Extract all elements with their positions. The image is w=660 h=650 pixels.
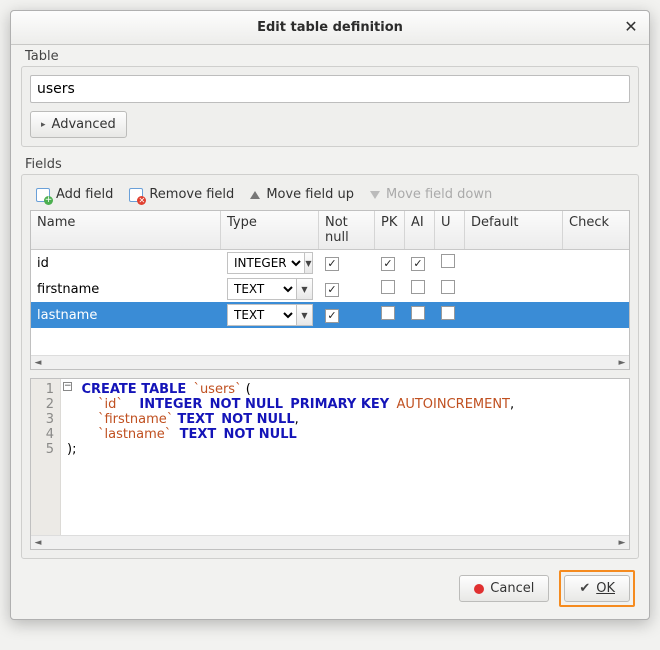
field-name[interactable]: id <box>31 256 221 271</box>
checkbox[interactable]: ✓ <box>411 257 425 271</box>
checkbox[interactable] <box>441 280 455 294</box>
col-pk[interactable]: PK <box>375 211 405 249</box>
remove-field-button[interactable]: Remove field <box>129 187 234 202</box>
arrow-down-icon <box>370 191 380 199</box>
col-u[interactable]: U <box>435 211 465 249</box>
col-check[interactable]: Check <box>563 211 619 249</box>
checkbox[interactable]: ✓ <box>381 257 395 271</box>
sql-gutter: 12345 <box>31 379 61 535</box>
checkbox[interactable]: ✓ <box>325 257 339 271</box>
move-down-button: Move field down <box>370 187 492 202</box>
dialog-title: Edit table definition <box>257 20 403 35</box>
checkbox[interactable]: ✓ <box>325 309 339 323</box>
checkbox[interactable] <box>381 280 395 294</box>
sql-code[interactable]: CREATE TABLE `users` ( `id` INTEGER NOT … <box>61 379 629 535</box>
fields-grid: Name Type Not null PK AI U Default Check… <box>30 210 630 370</box>
field-name[interactable]: lastname <box>31 308 221 323</box>
col-ai[interactable]: AI <box>405 211 435 249</box>
ok-button[interactable]: ✔ OK <box>564 575 630 602</box>
dropdown-icon[interactable]: ▼ <box>297 278 313 300</box>
checkbox[interactable] <box>441 306 455 320</box>
type-select[interactable]: INTEGER <box>227 252 305 274</box>
cancel-button[interactable]: Cancel <box>459 575 549 602</box>
checkbox[interactable] <box>441 254 455 268</box>
type-select[interactable]: TEXT <box>227 278 297 300</box>
checkbox[interactable]: ✓ <box>325 283 339 297</box>
grid-scrollbar[interactable]: ◄► <box>31 355 629 369</box>
table-row[interactable]: firstnameTEXT▼✓ <box>31 276 629 302</box>
field-type[interactable]: TEXT▼ <box>221 278 319 300</box>
grid-header: Name Type Not null PK AI U Default Check <box>31 211 629 250</box>
close-icon[interactable]: ✕ <box>621 18 641 38</box>
add-field-button[interactable]: Add field <box>36 187 113 202</box>
dropdown-icon[interactable]: ▼ <box>305 252 313 274</box>
edit-table-dialog: Edit table definition ✕ Table ▸ Advanced… <box>10 10 650 620</box>
advanced-label: Advanced <box>52 117 116 132</box>
fields-group: Add field Remove field Move field up Mov… <box>21 174 639 559</box>
remove-icon <box>129 188 143 202</box>
type-select[interactable]: TEXT <box>227 304 297 326</box>
checkbox[interactable] <box>411 306 425 320</box>
ok-highlight: ✔ OK <box>559 570 635 607</box>
sql-scrollbar[interactable]: ◄► <box>31 535 629 549</box>
move-up-button[interactable]: Move field up <box>250 187 354 202</box>
section-label-table: Table <box>11 45 649 66</box>
table-row[interactable]: lastnameTEXT▼✓ <box>31 302 629 328</box>
dropdown-icon[interactable]: ▼ <box>297 304 313 326</box>
table-group: ▸ Advanced <box>21 66 639 147</box>
checkbox[interactable] <box>381 306 395 320</box>
fields-toolbar: Add field Remove field Move field up Mov… <box>30 183 630 210</box>
checkbox[interactable] <box>411 280 425 294</box>
col-name[interactable]: Name <box>31 211 221 249</box>
col-default[interactable]: Default <box>465 211 563 249</box>
arrow-up-icon <box>250 191 260 199</box>
cancel-icon <box>474 584 484 594</box>
field-type[interactable]: INTEGER▼ <box>221 252 319 274</box>
col-type[interactable]: Type <box>221 211 319 249</box>
table-row[interactable]: idINTEGER▼✓✓✓ <box>31 250 629 276</box>
ok-icon: ✔ <box>579 581 590 596</box>
col-notnull[interactable]: Not null <box>319 211 375 249</box>
table-name-input[interactable] <box>30 75 630 103</box>
advanced-button[interactable]: ▸ Advanced <box>30 111 127 138</box>
add-icon <box>36 188 50 202</box>
chevron-right-icon: ▸ <box>41 120 46 130</box>
section-label-fields: Fields <box>11 153 649 174</box>
dialog-buttons: Cancel ✔ OK <box>459 570 635 607</box>
field-name[interactable]: firstname <box>31 282 221 297</box>
field-type[interactable]: TEXT▼ <box>221 304 319 326</box>
titlebar: Edit table definition ✕ <box>11 11 649 45</box>
sql-preview: 12345 − CREATE TABLE `users` ( `id` INTE… <box>30 378 630 550</box>
